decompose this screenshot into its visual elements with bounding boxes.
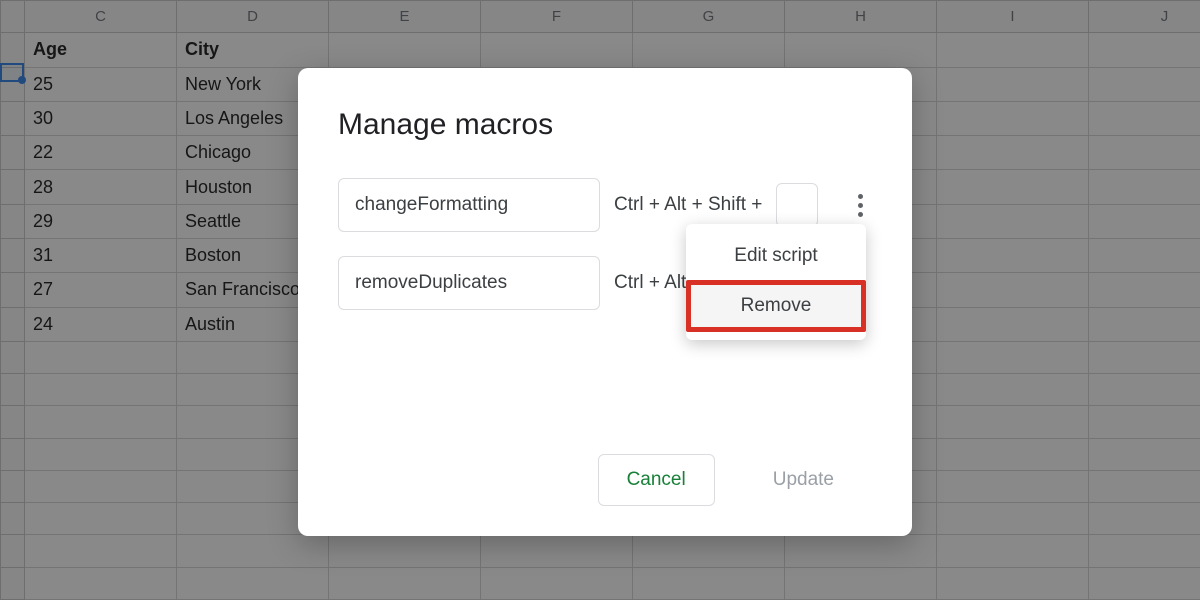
shortcut-label: Ctrl + Alt <box>614 272 686 294</box>
dialog-title: Manage macros <box>338 108 872 142</box>
shortcut-key-input[interactable] <box>776 183 818 227</box>
macro-name-input[interactable]: removeDuplicates <box>338 256 600 310</box>
edit-script-item[interactable]: Edit script <box>686 232 866 280</box>
macro-name-input[interactable]: changeFormatting <box>338 178 600 232</box>
cancel-button[interactable]: Cancel <box>598 454 715 506</box>
macro-options-dropdown: Edit script Remove <box>686 224 866 340</box>
manage-macros-dialog: Manage macros changeFormatting Ctrl + Al… <box>298 68 912 536</box>
update-button[interactable]: Update <box>745 455 862 505</box>
dialog-footer: Cancel Update <box>598 454 862 506</box>
remove-item[interactable]: Remove <box>686 280 866 332</box>
shortcut-label: Ctrl + Alt + Shift + <box>614 194 762 216</box>
more-options-icon[interactable] <box>848 194 872 217</box>
